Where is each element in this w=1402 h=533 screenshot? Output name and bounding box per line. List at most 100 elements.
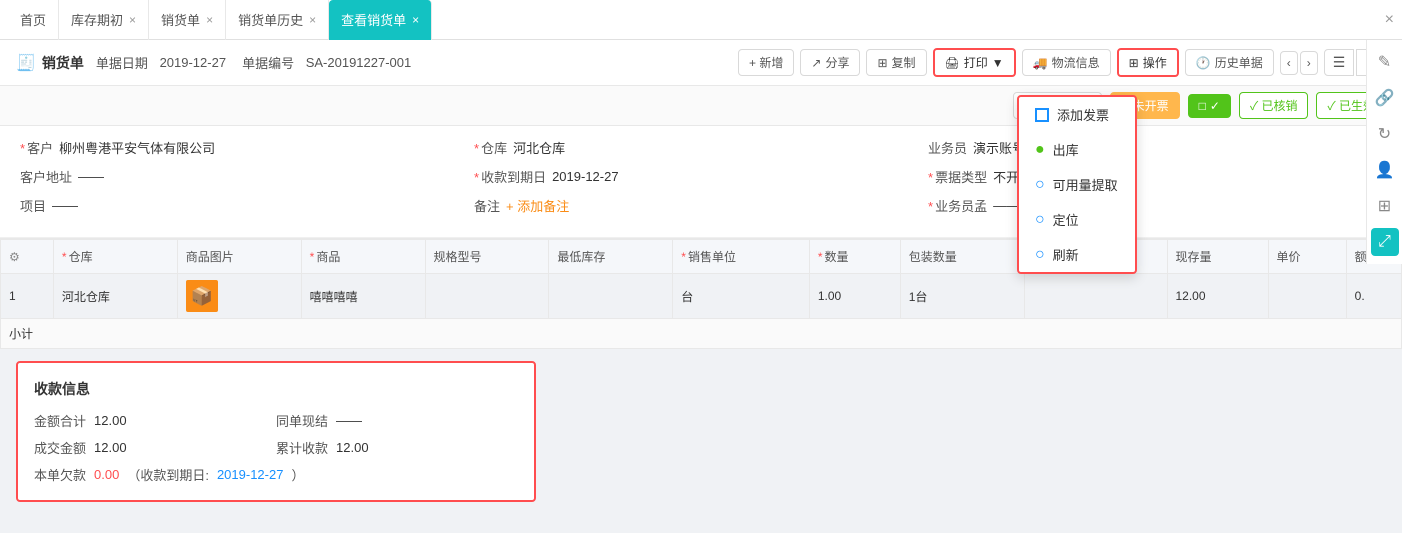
- col-min-stock: 最低库存: [549, 240, 673, 274]
- note-label: 备注: [474, 196, 500, 215]
- tab-sales-history-close[interactable]: ×: [309, 13, 316, 27]
- product-thumbnail: 📦: [186, 280, 218, 312]
- cell-warehouse: 河北仓库: [53, 274, 177, 319]
- share-button[interactable]: ↗ 分享: [800, 49, 860, 76]
- field-salesperson: 业务员 演示账号: [928, 138, 1382, 157]
- tab-sales-history[interactable]: 销货单历史 ×: [226, 0, 329, 40]
- table-header-row: ⚙ 仓库 商品图片 商品 规格型号 最低库存 销售单位 数量 包装数量 可用量（…: [1, 240, 1402, 274]
- operate-dropdown: 添加发票 ● 出库 ○ 可用量提取 ○ 定位 ○ 刷新: [1017, 95, 1137, 274]
- project-value: ——: [52, 198, 78, 213]
- sidebar-link-icon[interactable]: 🔗: [1371, 84, 1399, 112]
- payment-total-amount: 金额合计 12.00: [34, 411, 276, 430]
- sidebar-expand-icon[interactable]: ⤢: [1371, 228, 1399, 256]
- doc-header: 🧾 销货单 单据日期 2019-12-27 单据编号 SA-20191227-0…: [0, 40, 1402, 86]
- logistics-button[interactable]: 🚚 物流信息: [1022, 49, 1111, 76]
- col-qty: 数量: [809, 240, 900, 274]
- payment-current-owed: 本单欠款 0.00 （收款到期日: 2019-12-27 ）: [34, 465, 518, 484]
- secondary-bar: 📱 来自手机 ● 未开票 □ ✓ ✓ 已核销 ✓ 已生效: [0, 86, 1402, 126]
- cell-qty: 1.00: [809, 274, 900, 319]
- customer-value: 柳州粤港平安气体有限公司: [59, 138, 215, 157]
- payment-section: 收款信息 金额合计 12.00 同单现结 —— 成交金额 12.00 累计收款 …: [16, 361, 536, 502]
- tab-inventory-init[interactable]: 库存期初 ×: [59, 0, 149, 40]
- subtotal-row: 小计: [1, 319, 1402, 349]
- col-product-img: 商品图片: [177, 240, 301, 274]
- tab-home[interactable]: 首页: [8, 0, 59, 40]
- tab-view-sales-close[interactable]: ×: [412, 13, 419, 27]
- history-button[interactable]: 🕐 历史单据: [1185, 49, 1274, 76]
- cell-spec: [425, 274, 549, 319]
- copy-icon: ⊞: [877, 56, 887, 70]
- sold-status[interactable]: ✓ 已核销: [1239, 92, 1309, 119]
- form-row-3: 项目 —— 备注 + 添加备注 业务员孟 ——: [20, 196, 1382, 215]
- tab-sales-order-close[interactable]: ×: [206, 13, 213, 27]
- col-unit-price: 单价: [1268, 240, 1346, 274]
- subtotal-label: 小计: [1, 319, 1402, 349]
- add-note-button[interactable]: + 添加备注: [506, 196, 569, 215]
- sidebar-table-icon[interactable]: ⊞: [1371, 192, 1399, 220]
- dropdown-refresh[interactable]: ○ 刷新: [1019, 237, 1135, 272]
- payment-transaction-amount: 成交金额 12.00: [34, 438, 276, 457]
- sidebar-sync-icon[interactable]: ↻: [1371, 120, 1399, 148]
- print-button[interactable]: 🖨 打印 ▼: [933, 48, 1016, 77]
- locate-icon: ○: [1035, 211, 1045, 229]
- tab-view-sales[interactable]: 查看销货单 ×: [329, 0, 432, 40]
- project-label: 项目: [20, 196, 46, 215]
- customer-label: 客户: [20, 138, 53, 157]
- complete-button[interactable]: □ ✓: [1188, 94, 1231, 118]
- print-icon: 🖨: [945, 56, 960, 70]
- dropdown-add-invoice[interactable]: 添加发票: [1019, 97, 1135, 132]
- table-row: 1 河北仓库 📦 嘻嘻嘻嘻 台 1.00 1台 12.00 0.: [1, 274, 1402, 319]
- doc-date-label: 单据日期 2019-12-27: [96, 53, 226, 72]
- cell-unit-price: [1268, 274, 1346, 319]
- prev-button[interactable]: ‹: [1280, 51, 1298, 75]
- field-addr: 客户地址 ——: [20, 167, 474, 186]
- tab-sales-order[interactable]: 销货单 ×: [149, 0, 226, 40]
- field-payment-date: 收款到期日 2019-12-27: [474, 167, 928, 186]
- sales-table: ⚙ 仓库 商品图片 商品 规格型号 最低库存 销售单位 数量 包装数量 可用量（…: [0, 239, 1402, 349]
- col-settings[interactable]: ⚙: [1, 240, 54, 274]
- col-spec: 规格型号: [425, 240, 549, 274]
- grid-icon: ⊞: [1129, 56, 1139, 70]
- table-wrap: ⚙ 仓库 商品图片 商品 规格型号 最低库存 销售单位 数量 包装数量 可用量（…: [0, 238, 1402, 349]
- col-pack-qty: 包装数量: [900, 240, 1024, 274]
- col-warehouse: 仓库: [53, 240, 177, 274]
- cell-product-img: 📦: [177, 274, 301, 319]
- sidebar-user-icon[interactable]: 👤: [1371, 156, 1399, 184]
- cell-seq: 1: [1, 274, 54, 319]
- doc-actions: + 新增 ↗ 分享 ⊞ 复制 🖨 打印 ▼ 🚚 物流信息 ⊞ 操作 🕐 历史单据…: [738, 48, 1386, 77]
- payment-same-order: 同单现结 ——: [276, 411, 518, 430]
- col-sales-unit: 销售单位: [673, 240, 810, 274]
- new-button[interactable]: + 新增: [738, 49, 794, 76]
- tab-bar: 首页 库存期初 × 销货单 × 销货单历史 × 查看销货单 × ×: [0, 0, 1402, 40]
- dropdown-available-qty[interactable]: ○ 可用量提取: [1019, 167, 1135, 202]
- cell-product: 嘻嘻嘻嘻: [301, 274, 425, 319]
- available-qty-icon: ○: [1035, 176, 1045, 194]
- field-salesperson2: 业务员孟 ——: [928, 196, 1382, 215]
- ticket-type-label: 票据类型: [928, 167, 987, 186]
- cell-sales-unit: 台: [673, 274, 810, 319]
- field-ticket-type: 票据类型 不开票: [928, 167, 1382, 186]
- right-sidebar: ✎ 🔗 ↻ 👤 ⊞ ⤢: [1366, 40, 1402, 264]
- salesperson-label: 业务员: [928, 138, 967, 157]
- tab-bar-close[interactable]: ×: [1385, 11, 1394, 29]
- nav-arrows: ‹ ›: [1280, 51, 1318, 75]
- tab-inventory-init-close[interactable]: ×: [129, 13, 136, 27]
- dropdown-locate[interactable]: ○ 定位: [1019, 202, 1135, 237]
- view-list-button[interactable]: ☰: [1324, 49, 1355, 76]
- history-icon: 🕐: [1196, 56, 1211, 70]
- print-dropdown-arrow[interactable]: ▼: [992, 56, 1004, 70]
- dropdown-outbound[interactable]: ● 出库: [1019, 132, 1135, 167]
- copy-button[interactable]: ⊞ 复制: [866, 49, 926, 76]
- sidebar-edit-icon[interactable]: ✎: [1371, 48, 1399, 76]
- col-product: 商品: [301, 240, 425, 274]
- addr-label: 客户地址: [20, 167, 72, 186]
- cell-available: [1024, 274, 1167, 319]
- next-button[interactable]: ›: [1300, 51, 1318, 75]
- form-row-2: 客户地址 —— 收款到期日 2019-12-27 票据类型 不开票: [20, 167, 1382, 186]
- payment-date-label: 收款到期日: [474, 167, 546, 186]
- share-icon: ↗: [811, 56, 821, 70]
- field-note: 备注 + 添加备注: [474, 196, 928, 215]
- operate-button[interactable]: ⊞ 操作: [1117, 48, 1179, 77]
- doc-icon: 🧾: [16, 53, 36, 73]
- cell-amount: 0.: [1346, 274, 1401, 319]
